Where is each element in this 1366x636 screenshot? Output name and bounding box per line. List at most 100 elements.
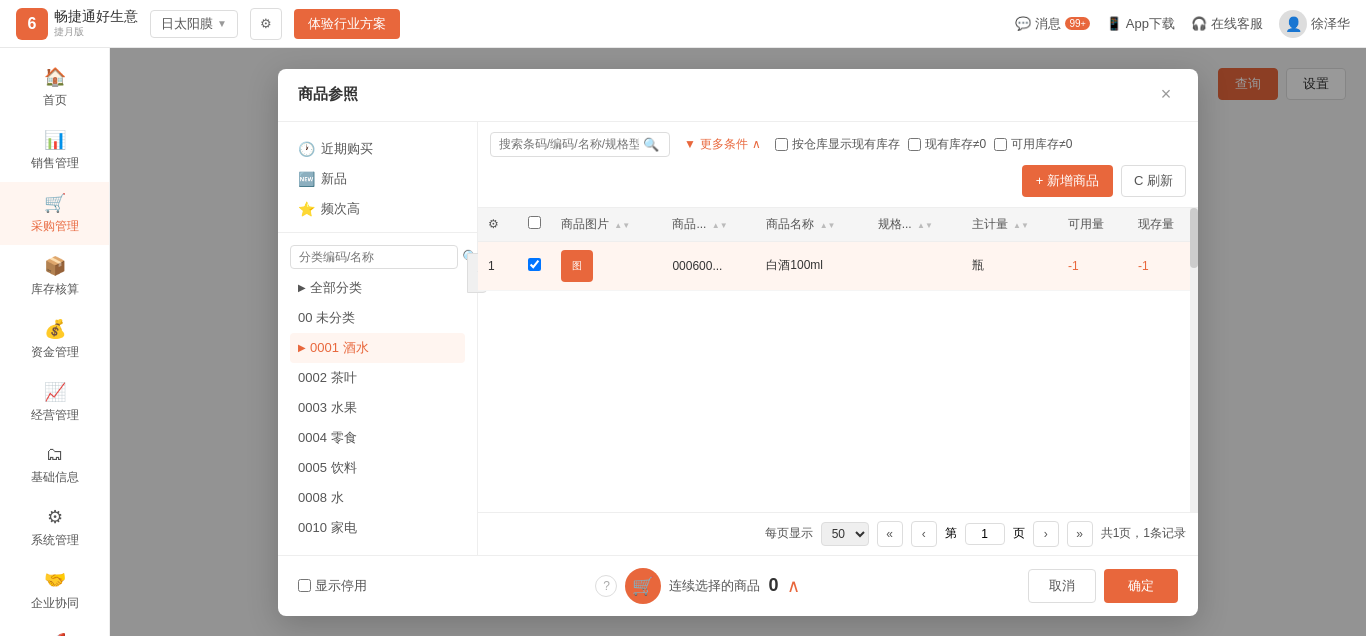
last-page-button[interactable]: » — [1067, 521, 1093, 547]
show-disabled-checkbox-label[interactable]: 显示停用 — [298, 577, 367, 595]
category-beverage-label: 0005 饮料 — [298, 459, 357, 477]
star-icon: ⭐ — [298, 201, 315, 217]
first-page-button[interactable]: « — [877, 521, 903, 547]
frequent-item[interactable]: ⭐ 频次高 — [290, 194, 465, 224]
checkbox-available-stock[interactable]: 可用库存≠0 — [994, 136, 1072, 153]
sidebar-item-operations[interactable]: 📈 经营管理 — [0, 371, 109, 434]
page-number-input[interactable] — [965, 523, 1005, 545]
footer-collapse-button[interactable]: ∧ — [787, 575, 800, 597]
per-page-select[interactable]: 50 — [821, 522, 869, 546]
table-row[interactable]: 1 图 — [478, 241, 1198, 290]
select-all-checkbox[interactable] — [528, 216, 541, 229]
messages-badge: 99+ — [1065, 17, 1089, 30]
sidebar-item-home[interactable]: 🏠 首页 — [0, 56, 109, 119]
modal-footer: 显示停用 ? 🛒 连续选择的商品 0 ∧ 取消 确定 — [278, 555, 1198, 616]
category-liquor[interactable]: ▶ 0001 酒水 — [290, 333, 465, 363]
logo: 6 畅捷通好生意 捷月版 — [16, 8, 138, 40]
category-fruit[interactable]: 0003 水果 — [290, 393, 465, 423]
col-code-sort: ▲▼ — [712, 221, 728, 230]
col-unit: 主计量 ▲▼ — [962, 208, 1058, 242]
sidebar-item-basic[interactable]: 🗂 基础信息 — [0, 434, 109, 496]
category-beverage[interactable]: 0005 饮料 — [290, 453, 465, 483]
category-liquor-arrow: ▶ — [298, 342, 306, 353]
col-checkbox — [518, 208, 551, 242]
col-stock: 现存量 — [1128, 208, 1198, 242]
sidebar-item-inventory[interactable]: 📦 库存核算 — [0, 245, 109, 308]
modal-close-button[interactable]: × — [1154, 83, 1178, 107]
confirm-button[interactable]: 确定 — [1104, 569, 1178, 603]
cart-icon[interactable]: 🛒 — [625, 568, 661, 604]
cancel-button[interactable]: 取消 — [1028, 569, 1096, 603]
product-table: ⚙ 商品图片 ▲▼ — [478, 208, 1198, 291]
sidebar-item-purchase-label: 采购管理 — [31, 218, 79, 235]
modal-title: 商品参照 — [298, 85, 358, 104]
prev-page-button[interactable]: ‹ — [911, 521, 937, 547]
recent-purchase-item[interactable]: 🕐 近期购买 — [290, 134, 465, 164]
available-stock-checkbox[interactable] — [994, 138, 1007, 151]
next-page-button[interactable]: › — [1033, 521, 1059, 547]
col-name-label: 商品名称 — [766, 217, 814, 231]
category-search-input[interactable] — [290, 245, 458, 269]
category-appliance[interactable]: 0010 家电 — [290, 513, 465, 543]
trial-button[interactable]: 体验行业方案 — [294, 9, 400, 39]
collab-icon: 🤝 — [44, 569, 66, 591]
new-product-item[interactable]: 🆕 新品 — [290, 164, 465, 194]
new-product-label: 新品 — [321, 170, 347, 188]
checkbox-current-stock[interactable]: 现有库存≠0 — [908, 136, 986, 153]
product-table-container: ⚙ 商品图片 ▲▼ — [478, 208, 1198, 512]
pagination-bar: 每页显示 50 « ‹ 第 页 › » 共1页，1条记录 — [478, 512, 1198, 555]
category-tea[interactable]: 0002 茶叶 — [290, 363, 465, 393]
recent-section: 🕐 近期购买 🆕 新品 ⭐ 频次高 — [278, 134, 477, 224]
category-tea-label: 0002 茶叶 — [298, 369, 357, 387]
sidebar-item-system[interactable]: ⚙ 系统管理 — [0, 496, 109, 559]
store-selector[interactable]: 日太阳膜 ▼ — [150, 10, 238, 38]
user-item[interactable]: 👤 徐泽华 — [1279, 10, 1350, 38]
guide-icon: 🚀 — [44, 632, 66, 636]
category-all-arrow: ▶ — [298, 282, 306, 293]
category-snack[interactable]: 0004 零食 — [290, 423, 465, 453]
username: 徐泽华 — [1311, 15, 1350, 33]
logo-text: 畅捷通好生意 — [54, 8, 138, 25]
left-divider — [278, 232, 477, 233]
service-item[interactable]: 🎧 在线客服 — [1191, 15, 1263, 33]
settings-icon[interactable]: ⚙ — [250, 8, 282, 40]
search-magnify-icon[interactable]: 🔍 — [643, 137, 659, 152]
modal-header: 商品参照 × — [278, 69, 1198, 122]
category-uncategorized[interactable]: 00 未分类 — [290, 303, 465, 333]
sidebar-item-sales-label: 销售管理 — [31, 155, 79, 172]
store-dropdown-arrow: ▼ — [217, 18, 227, 29]
checkbox-warehouse-stock[interactable]: 按仓库显示现有库存 — [775, 136, 900, 153]
category-all[interactable]: ▶ 全部分类 — [290, 273, 465, 303]
col-name-sort: ▲▼ — [820, 221, 836, 230]
available-stock-label: 可用库存≠0 — [1011, 136, 1072, 153]
product-search-input[interactable] — [499, 137, 639, 151]
messages-item[interactable]: 💬 消息 99+ — [1015, 15, 1089, 33]
col-unit-sort: ▲▼ — [1013, 221, 1029, 230]
app-download-item[interactable]: 📱 App下载 — [1106, 15, 1175, 33]
sidebar-item-purchase[interactable]: 🛒 采购管理 — [0, 182, 109, 245]
col-settings-icon[interactable]: ⚙ — [488, 217, 499, 231]
frequent-label: 频次高 — [321, 200, 360, 218]
scrollbar-thumb[interactable] — [1190, 208, 1198, 268]
product-thumbnail: 图 — [561, 250, 593, 282]
sidebar-item-guide[interactable]: 🚀 新手引导 — [0, 622, 109, 636]
sidebar-item-basic-label: 基础信息 — [31, 469, 79, 486]
add-product-button[interactable]: + 新增商品 — [1022, 165, 1113, 197]
show-disabled-checkbox[interactable] — [298, 579, 311, 592]
row-checkbox[interactable] — [528, 258, 541, 271]
more-filters-button[interactable]: ▼ 更多条件 ∧ — [678, 132, 767, 157]
sidebar-item-collab[interactable]: 🤝 企业协同 — [0, 559, 109, 622]
current-stock-label: 现有库存≠0 — [925, 136, 986, 153]
warehouse-stock-checkbox[interactable] — [775, 138, 788, 151]
refresh-button[interactable]: C 刷新 — [1121, 165, 1186, 197]
current-stock-checkbox[interactable] — [908, 138, 921, 151]
help-icon[interactable]: ? — [595, 575, 617, 597]
home-icon: 🏠 — [44, 66, 66, 88]
finance-icon: 💰 — [44, 318, 66, 340]
new-icon: 🆕 — [298, 171, 315, 187]
table-header-row: ⚙ 商品图片 ▲▼ — [478, 208, 1198, 242]
sidebar-item-sales[interactable]: 📊 销售管理 — [0, 119, 109, 182]
category-water[interactable]: 0008 水 — [290, 483, 465, 513]
sidebar-item-finance[interactable]: 💰 资金管理 — [0, 308, 109, 371]
sidebar: 🏠 首页 📊 销售管理 🛒 采购管理 📦 库存核算 💰 资金管理 📈 经营管理 … — [0, 48, 110, 636]
